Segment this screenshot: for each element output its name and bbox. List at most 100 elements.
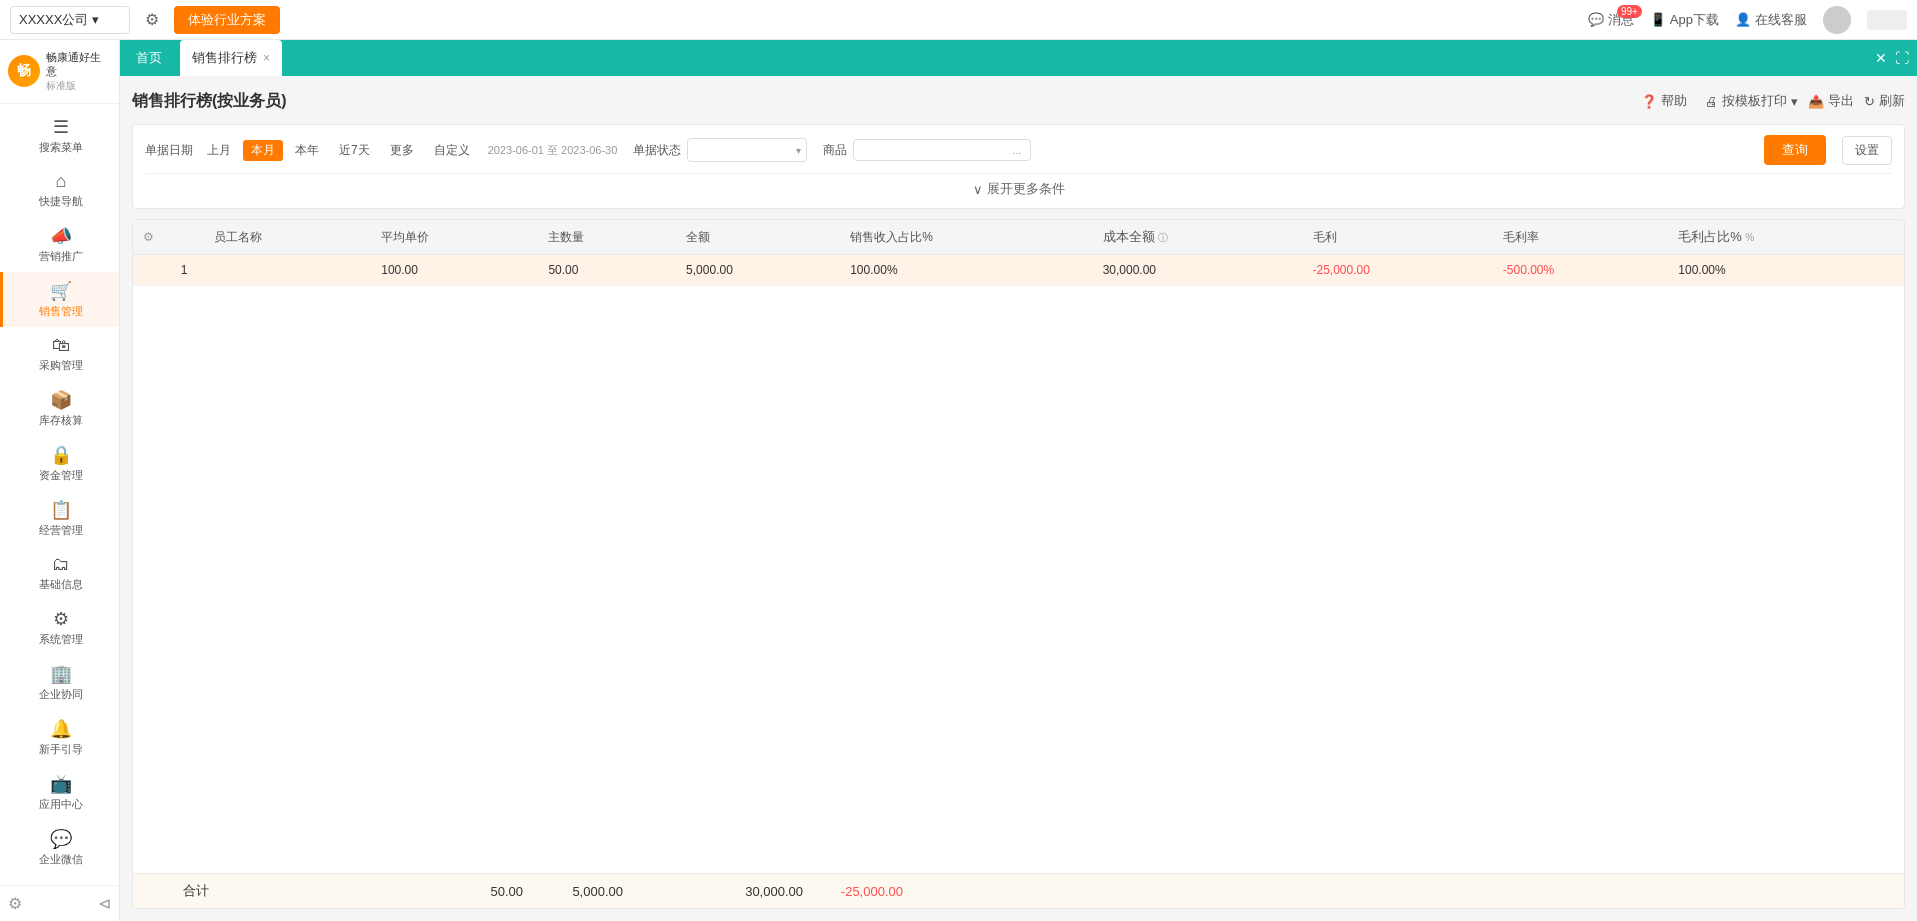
sidebar-item-app-center[interactable]: 📺 应用中心 [0,765,119,820]
company-selector[interactable]: XXXXX公司 ▾ [10,6,130,34]
content-area: 首页 销售排行榜 × ✕ ⛶ 销售排行榜(按业务员) ❓ 帮助 [120,40,1917,921]
td-avg-price: 100.00 [371,255,538,286]
data-table: ⚙ 员工名称 平均单价 主数量 全额 销售收入占比% 成本全额 ⓘ [133,220,1904,286]
export-button[interactable]: 📤 导出 [1808,92,1854,110]
message-icon: 💬 [1588,12,1604,27]
sidebar-item-search-order[interactable]: ☰ 搜索菜单 [0,108,119,163]
settings-button[interactable]: 设置 [1842,136,1892,165]
footer-label: 合计 [143,882,363,900]
help-button[interactable]: ❓ 帮助 [1633,88,1695,114]
date-tab-current-year[interactable]: 本年 [287,140,327,161]
sidebar-item-operation[interactable]: 📋 经营管理 [0,491,119,546]
tab-close-button[interactable]: × [263,51,270,65]
sidebar-label-wechat: 企业微信 [39,852,83,867]
th-avg-price: 平均单价 [371,220,538,255]
sidebar-item-member[interactable]: V 畅会员 [0,875,119,885]
date-tab-prev-month[interactable]: 上月 [199,140,239,161]
status-filter-label: 单据状态 [633,142,681,159]
status-select-wrap: ▾ [687,138,807,162]
table-wrap: ⚙ 员工名称 平均单价 主数量 全额 销售收入占比% 成本全额 ⓘ [132,219,1905,909]
settings-icon[interactable]: ⚙ [138,6,166,34]
date-tab-custom[interactable]: 自定义 [426,140,478,161]
refresh-button[interactable]: ↻ 刷新 [1864,92,1905,110]
date-tab-current-month[interactable]: 本月 [243,140,283,161]
main-layout: 畅 畅康通好生意 标准版 ☰ 搜索菜单 ⌂ 快捷导航 📣 营销推广 🛒 销售管理 [0,40,1917,921]
app-icon: 📱 [1650,12,1666,27]
goods-input[interactable] [862,143,1012,157]
marketing-icon: 📣 [50,225,72,247]
logo-icon: 畅 [8,55,40,87]
template-print-button[interactable]: 🖨 按模板打印 ▾ [1705,92,1798,110]
sidebar-collapse-icon[interactable]: ⊲ [98,894,111,913]
sales-icon: 🛒 [50,280,72,302]
goods-more-icon[interactable]: ... [1012,144,1021,156]
logo-text-area: 畅康通好生意 标准版 [46,50,111,93]
expand-button[interactable]: ∨ 展开更多条件 [973,180,1065,198]
window-expand-icon[interactable]: ⛶ [1895,50,1909,66]
guide-icon: 🔔 [50,718,72,740]
sidebar-label-inventory: 库存核算 [39,413,83,428]
date-tab-7days[interactable]: 近7天 [331,140,378,161]
sidebar-item-basic-info[interactable]: 🗂 基础信息 [0,546,119,600]
td-settings [133,255,164,286]
help-icon: ❓ [1641,94,1657,109]
cost-info-icon[interactable]: ⓘ [1158,232,1168,243]
sidebar-label-finance: 资金管理 [39,468,83,483]
chevron-down-icon: ▾ [92,12,99,27]
page-title: 销售排行榜(按业务员) [132,91,287,112]
status-select[interactable] [687,138,807,162]
td-amount: 5,000.00 [676,255,840,286]
th-gross-rate: 毛利率 [1493,220,1669,255]
sidebar-item-guide[interactable]: 🔔 新手引导 [0,710,119,765]
query-button[interactable]: 查询 [1764,135,1826,165]
search-order-icon: ☰ [53,116,69,138]
sidebar-item-sales[interactable]: 🛒 销售管理 [0,272,119,327]
expand-icon: ∨ [973,182,983,197]
message-button[interactable]: 💬 消息 99+ [1588,11,1634,29]
operation-icon: 📋 [50,499,72,521]
company-name: XXXXX公司 [19,11,88,29]
th-sales-pct: 销售收入占比% [840,220,1092,255]
sidebar-footer-settings-icon[interactable]: ⚙ [8,894,22,913]
sidebar-item-finance[interactable]: 🔒 资金管理 [0,436,119,491]
th-gross: 毛利 [1303,220,1493,255]
footer-gross: -25,000.00 [803,884,903,899]
sidebar-item-system[interactable]: ⚙ 系统管理 [0,600,119,655]
topbar-right: 💬 消息 99+ 📱 App下载 👤 在线客服 [1588,6,1907,34]
sidebar-item-enterprise[interactable]: 🏢 企业协同 [0,655,119,710]
th-name: 员工名称 [204,220,371,255]
th-settings[interactable]: ⚙ [133,220,164,255]
td-name [204,255,371,286]
logo-sub: 标准版 [46,79,111,93]
system-icon: ⚙ [53,608,69,630]
trial-button[interactable]: 体验行业方案 [174,6,280,34]
inventory-icon: 📦 [50,389,72,411]
app-download-button[interactable]: 📱 App下载 [1650,11,1719,29]
tab-home[interactable]: 首页 [120,40,178,76]
th-amount: 全额 [676,220,840,255]
sidebar-item-purchase[interactable]: 🛍 采购管理 [0,327,119,381]
filter-area: 单据日期 上月 本月 本年 近7天 更多 自定义 2023-06-01 至 20… [132,124,1905,209]
window-close-icon[interactable]: ✕ [1875,50,1887,66]
sidebar-label-purchase: 采购管理 [39,358,83,373]
service-icon: 👤 [1735,12,1751,27]
purchase-icon: 🛍 [52,335,70,356]
date-tab-more[interactable]: 更多 [382,140,422,161]
goods-filter-label: 商品 [823,142,847,159]
date-filter: 单据日期 上月 本月 本年 近7天 更多 自定义 2023-06-01 至 20… [145,140,617,161]
page-content: 销售排行榜(按业务员) ❓ 帮助 🖨 按模板打印 ▾ 📤 导出 [120,76,1917,921]
quick-nav-icon: ⌂ [56,171,67,192]
th-gross-pct: 毛利占比% % [1668,220,1904,255]
online-service-button[interactable]: 👤 在线客服 [1735,11,1807,29]
sidebar-item-quick-nav[interactable]: ⌂ 快捷导航 [0,163,119,217]
tab-sales-rank[interactable]: 销售排行榜 × [180,40,282,76]
topbar: XXXXX公司 ▾ ⚙ 体验行业方案 💬 消息 99+ 📱 App下载 👤 在线… [0,0,1917,40]
sidebar-item-wechat[interactable]: 💬 企业微信 [0,820,119,875]
td-sales-pct: 100.00% [840,255,1092,286]
sidebar-label-enterprise: 企业协同 [39,687,83,702]
sidebar-item-marketing[interactable]: 📣 营销推广 [0,217,119,272]
sidebar-item-inventory[interactable]: 📦 库存核算 [0,381,119,436]
gross-pct-info-icon[interactable]: % [1745,232,1754,243]
avatar[interactable] [1823,6,1851,34]
export-icon: 📤 [1808,94,1824,109]
